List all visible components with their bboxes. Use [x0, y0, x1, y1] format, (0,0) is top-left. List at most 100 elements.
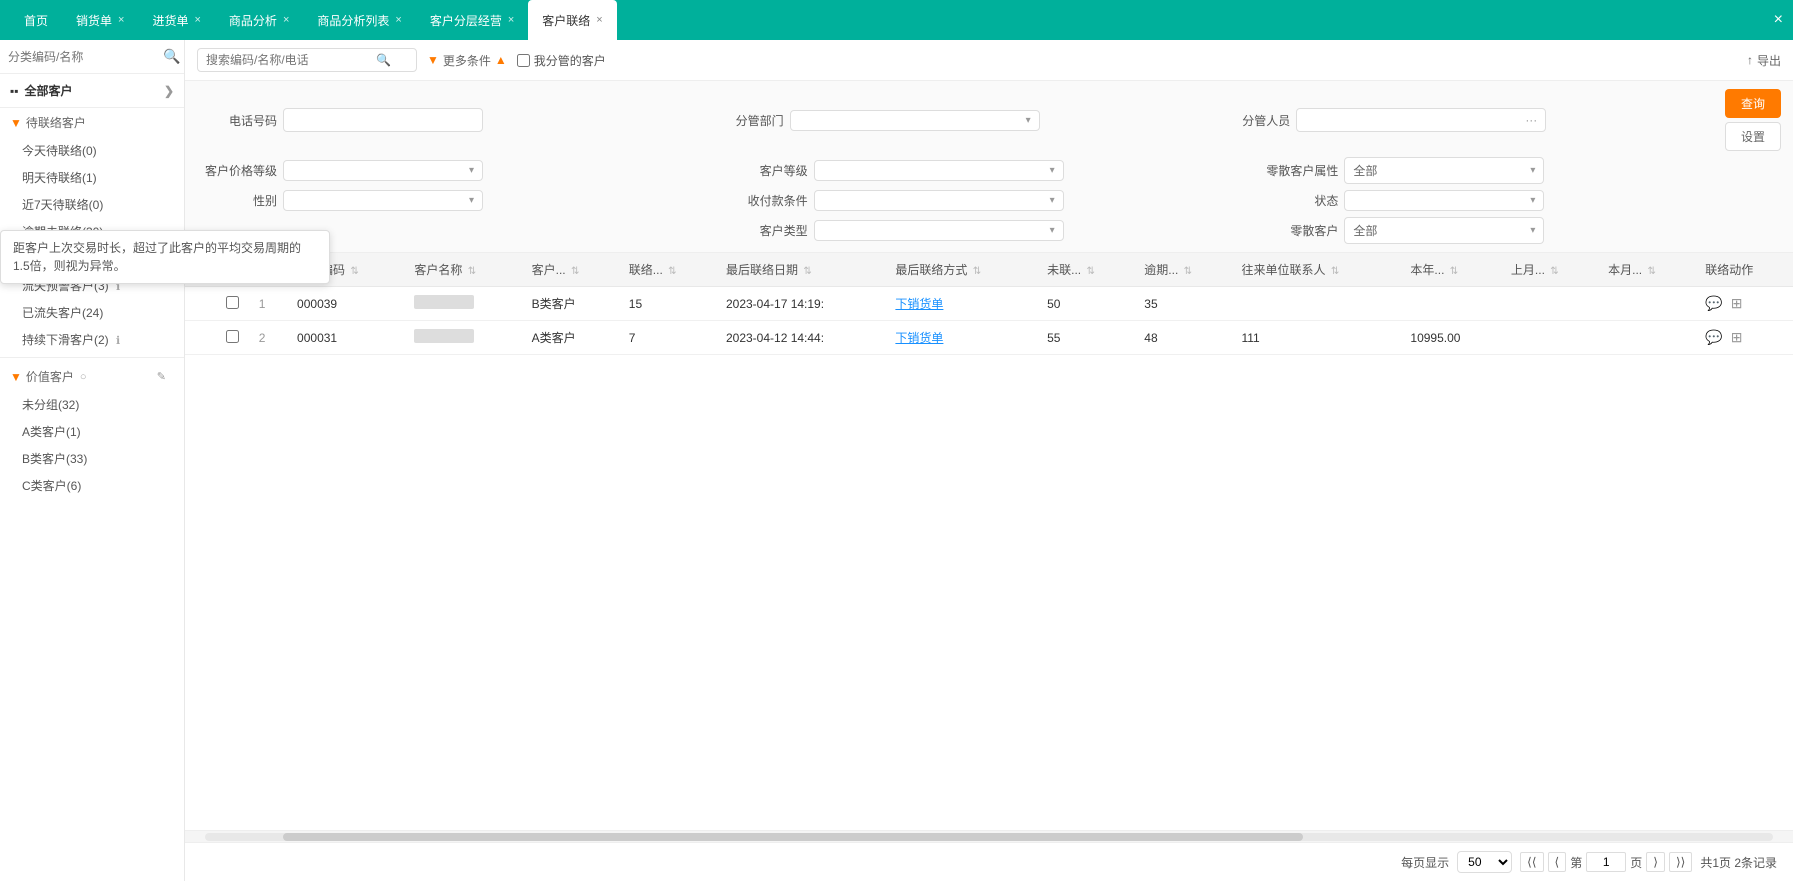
close-product-analysis-tab-icon[interactable]: × [283, 14, 289, 26]
search-box[interactable]: 🔍 [197, 48, 417, 72]
close-purchase-tab-icon[interactable]: × [194, 14, 200, 26]
sidebar-item-tomorrow[interactable]: 明天待联络(1) [0, 164, 184, 191]
th-this-month[interactable]: 本月... ⇅ [1598, 253, 1695, 287]
th-customer-type[interactable]: 客户... ⇅ [522, 253, 619, 287]
page-nav: ⟨⟨ ⟨ 第 页 ⟩ ⟩⟩ [1520, 852, 1692, 872]
row-method-2[interactable]: 下销货单 [885, 321, 1037, 355]
row-last-month-1 [1501, 287, 1598, 321]
row-check-2[interactable] [226, 330, 239, 343]
search-input[interactable] [206, 53, 376, 67]
th-last-date[interactable]: 最后联络日期 ⇅ [716, 253, 885, 287]
row-code-1[interactable]: 000039 [287, 287, 404, 321]
row-code-2[interactable]: 000031 [287, 321, 404, 355]
edit-icon[interactable]: ✎ [157, 370, 166, 383]
customer-type-select[interactable]: ▾ [814, 220, 1064, 241]
th-unit-contact[interactable]: 往来单位联系人 ⇅ [1231, 253, 1400, 287]
retail-customer-select[interactable]: 全部 ▾ [1344, 217, 1544, 244]
nav-tab-home[interactable]: 首页 [10, 0, 62, 40]
dept-select[interactable]: ▾ [790, 110, 1040, 131]
sort-icon-3: ⇅ [571, 266, 579, 277]
sidebar-item-declining[interactable]: 持续下滑客户(2) ℹ [0, 326, 184, 353]
close-sales-tab-icon[interactable]: × [118, 14, 124, 26]
th-overdue[interactable]: 逾期... ⇅ [1134, 253, 1231, 287]
page-input[interactable] [1586, 852, 1626, 872]
nav-tab-customer-contact[interactable]: 客户联络 × [528, 0, 616, 40]
chevron-down-icon-9: ▾ [1530, 225, 1535, 236]
page-label: 第 [1570, 854, 1582, 871]
close-customer-segment-tab-icon[interactable]: × [508, 14, 514, 26]
settings-button[interactable]: 设置 [1725, 122, 1781, 151]
last-page-button[interactable]: ⟩⟩ [1669, 852, 1692, 872]
sidebar-search-input[interactable] [8, 50, 163, 64]
phone-input[interactable] [283, 108, 483, 132]
row-checkbox[interactable] [216, 287, 249, 321]
prev-page-button[interactable]: ⟨ [1548, 852, 1567, 872]
more-dots-icon[interactable]: ··· [1525, 113, 1537, 127]
th-last-month[interactable]: 上月... ⇅ [1501, 253, 1598, 287]
sidebar-item-c-class[interactable]: C类客户(6) [0, 472, 184, 499]
price-level-select[interactable]: ▾ [283, 160, 483, 181]
scroll-thumb[interactable] [283, 833, 1302, 841]
close-customer-contact-tab-icon[interactable]: × [596, 14, 602, 26]
row-name-2 [404, 321, 521, 355]
chevron-down-icon-4: ▾ [1530, 165, 1535, 176]
more-conditions-button[interactable]: ▼ 更多条件 ▲ [427, 52, 507, 69]
more-action-icon-1[interactable]: ⊞ [1731, 295, 1743, 312]
sidebar-item-lost[interactable]: 已流失客户(24) [0, 299, 184, 326]
close-product-analysis-list-tab-icon[interactable]: × [395, 14, 401, 26]
sort-icon-6: ⇅ [973, 266, 981, 277]
sidebar-item-ungrouped[interactable]: 未分组(32) [0, 391, 184, 418]
table-header-row: ⚙ # 客户编码 ⇅ 客户名称 ⇅ 客户... ⇅ [185, 253, 1793, 287]
contact-icon-1[interactable]: 💬 [1705, 295, 1722, 312]
horizontal-scrollbar[interactable] [185, 830, 1793, 842]
my-customers-checkbox[interactable]: 我分管的客户 [517, 52, 606, 69]
per-page-select[interactable]: 50 100 200 [1457, 851, 1512, 873]
gender-select[interactable]: ▾ [283, 190, 483, 211]
th-contact-count[interactable]: 联络... ⇅ [619, 253, 716, 287]
th-name[interactable]: 客户名称 ⇅ [404, 253, 521, 287]
row-checkbox-2[interactable] [216, 321, 249, 355]
nav-tab-purchase[interactable]: 进货单 × [138, 0, 214, 40]
sidebar-item-7days[interactable]: 近7天待联络(0) [0, 191, 184, 218]
first-page-button[interactable]: ⟨⟨ [1520, 852, 1543, 872]
sidebar-item-today[interactable]: 今天待联络(0) [0, 137, 184, 164]
status-select[interactable]: ▾ [1344, 190, 1544, 211]
nav-tab-product-analysis[interactable]: 商品分析 × [215, 0, 303, 40]
sidebar-collapse-icon[interactable]: ❯ [164, 84, 174, 98]
sidebar-all-customers[interactable]: ▪▪ 全部客户 ❯ [0, 74, 184, 108]
sidebar-item-b-class[interactable]: B类客户(33) [0, 445, 184, 472]
filter-section-status: 状态 ▾ [1258, 190, 1781, 211]
payment-select[interactable]: ▾ [814, 190, 1064, 211]
sidebar-search-box[interactable]: 🔍 [0, 40, 184, 74]
filter-section-gender: 性别 ▾ [197, 190, 720, 211]
scroll-track [205, 833, 1773, 841]
sort-icon: ⇅ [350, 266, 358, 277]
chevron-down-icon-7: ▾ [1530, 195, 1535, 206]
next-page-button[interactable]: ⟩ [1646, 852, 1665, 872]
query-button[interactable]: 查询 [1725, 89, 1781, 118]
th-last-method[interactable]: 最后联络方式 ⇅ [885, 253, 1037, 287]
my-customers-check[interactable] [517, 54, 530, 67]
nav-tab-customer-segment[interactable]: 客户分层经营 × [416, 0, 528, 40]
filter-row-2: 客户价格等级 ▾ 客户等级 ▾ 零散客户属性 全部 [197, 157, 1781, 184]
sidebar-section-pending[interactable]: ▼ 待联络客户 [0, 108, 184, 137]
more-action-icon-2[interactable]: ⊞ [1731, 329, 1743, 346]
export-button[interactable]: ↑ 导出 [1747, 52, 1781, 69]
nav-tab-sales[interactable]: 销货单 × [62, 0, 138, 40]
close-all-tabs-icon[interactable]: × [1774, 11, 1783, 29]
data-table: ⚙ # 客户编码 ⇅ 客户名称 ⇅ 客户... ⇅ [185, 253, 1793, 355]
nav-tab-product-analysis-list[interactable]: 商品分析列表 × [303, 0, 415, 40]
customer-level-select[interactable]: ▾ [814, 160, 1064, 181]
filter-area: 电话号码 分管部门 ▾ 分管人员 ··· [185, 81, 1793, 253]
th-this-year[interactable]: 本年... ⇅ [1400, 253, 1501, 287]
row-check-1[interactable] [226, 296, 239, 309]
row-method-1[interactable]: 下销货单 [885, 287, 1037, 321]
filter-row-4: ··· 客户类型 ▾ 零散客户 全部 ▾ [197, 217, 1781, 244]
th-uncontacted[interactable]: 未联... ⇅ [1037, 253, 1134, 287]
person-select[interactable]: ··· [1296, 108, 1546, 132]
retail-attr-select[interactable]: 全部 ▾ [1344, 157, 1544, 184]
contact-icon-2[interactable]: 💬 [1705, 329, 1722, 346]
sort-icon-8: ⇅ [1184, 266, 1192, 277]
sidebar-section-value[interactable]: ▼ 价值客户 ○ ✎ [0, 362, 184, 391]
sidebar-item-a-class[interactable]: A类客户(1) [0, 418, 184, 445]
